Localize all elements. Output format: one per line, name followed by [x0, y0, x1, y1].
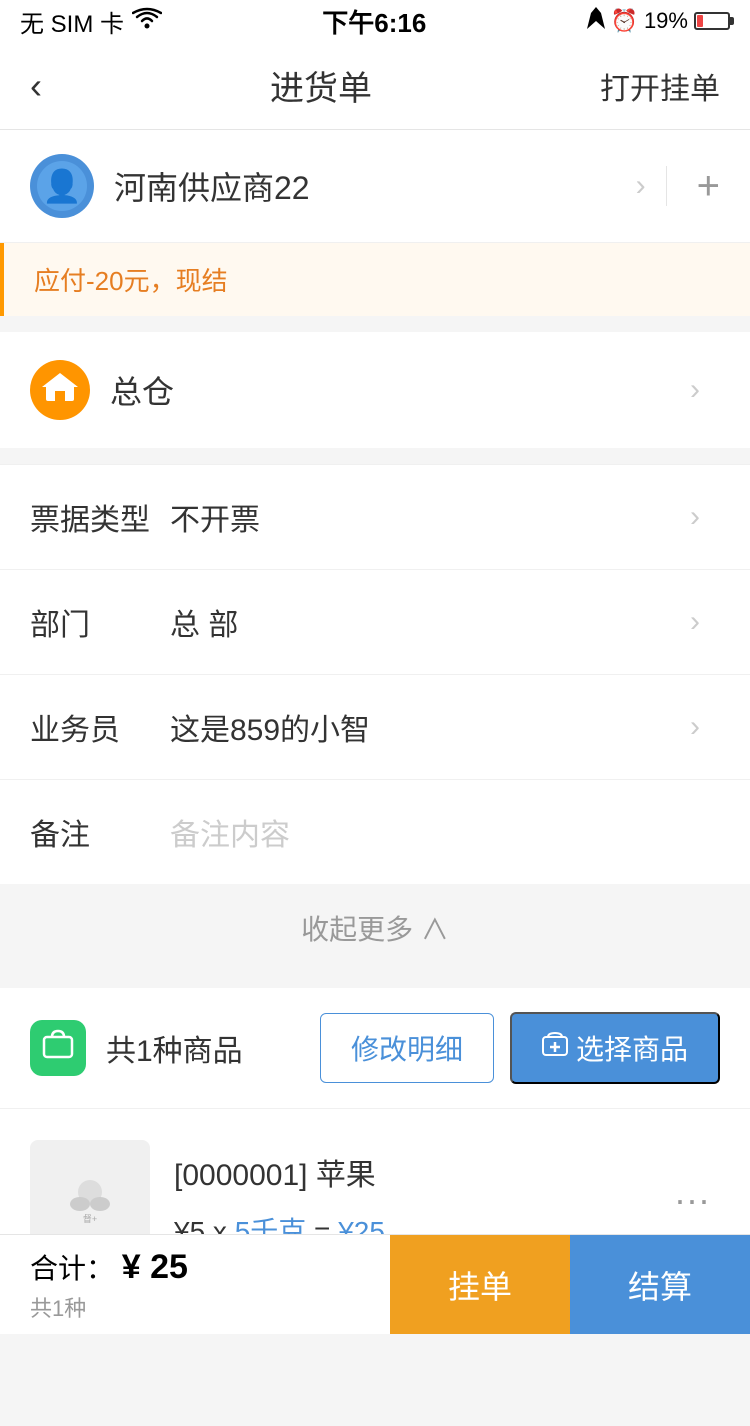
status-left: 无 SIM 卡 — [20, 4, 162, 39]
checkout-button[interactable]: 结算 — [570, 1235, 750, 1334]
warehouse-name: 总仓 — [110, 367, 690, 413]
bottom-bar: 合计： ¥ 25 共1种 挂单 结算 — [0, 1234, 750, 1334]
total-label: 合计： — [30, 1253, 114, 1284]
battery-icon — [694, 12, 730, 30]
warehouse-icon-wrap — [30, 360, 90, 420]
remark-label: 备注 — [30, 810, 170, 854]
warehouse-icon — [42, 369, 78, 412]
ticket-type-value: 不开票 — [170, 495, 690, 539]
battery-percent: 19% — [644, 8, 688, 34]
open-suspend-button[interactable]: 打开挂单 — [600, 64, 720, 108]
warehouse-section: 总仓 › — [0, 332, 750, 448]
add-button[interactable]: + — [697, 164, 720, 209]
supplier-row[interactable]: 👤 河南供应商22 › + — [0, 130, 750, 243]
select-product-button[interactable]: 选择商品 — [510, 1012, 720, 1084]
warehouse-row[interactable]: 总仓 › — [0, 332, 750, 448]
product-title: 苹果 — [316, 1159, 376, 1192]
ticket-type-chevron-icon: › — [690, 500, 700, 534]
status-time: 下午6:16 — [322, 3, 426, 40]
product-count-icon-wrap — [30, 1020, 86, 1076]
product-count-text: 共1种商品 — [106, 1026, 320, 1070]
status-right: ⏰ 19% — [587, 7, 730, 35]
collapse-button[interactable]: 收起更多 ∧ — [0, 884, 750, 972]
department-row[interactable]: 部门 总 部 › — [0, 569, 750, 674]
remark-row[interactable]: 备注 备注内容 — [0, 779, 750, 884]
form-section: 票据类型 不开票 › 部门 总 部 › 业务员 这是859的小智 › 备注 备注… — [0, 464, 750, 972]
supplier-avatar: 👤 — [30, 154, 94, 218]
wifi-icon — [132, 7, 162, 36]
nav-bar: ‹ 进货单 打开挂单 — [0, 42, 750, 130]
salesman-row[interactable]: 业务员 这是859的小智 › — [0, 674, 750, 779]
department-value: 总 部 — [170, 600, 690, 644]
content: 👤 河南供应商22 › + 应付-20元，现结 — [0, 130, 750, 1426]
product-code: [0000001] — [174, 1159, 307, 1192]
carrier-text: 无 SIM 卡 — [20, 4, 124, 39]
total-section: 合计： ¥ 25 共1种 — [0, 1235, 390, 1334]
select-product-label: 选择商品 — [576, 1028, 688, 1068]
ticket-type-row[interactable]: 票据类型 不开票 › — [0, 464, 750, 569]
page-title: 进货单 — [270, 61, 372, 110]
salesman-label: 业务员 — [30, 705, 170, 749]
ticket-type-label: 票据类型 — [30, 495, 170, 539]
product-name: [0000001] 苹果 — [174, 1150, 664, 1194]
supplier-section: 👤 河南供应商22 › + 应付-20元，现结 — [0, 130, 750, 316]
cart-icon — [42, 1029, 74, 1068]
supplier-name: 河南供应商22 — [114, 163, 636, 209]
total-count: 共1种 — [30, 1291, 360, 1323]
back-button[interactable]: ‹ — [30, 65, 42, 107]
status-bar: 无 SIM 卡 下午6:16 ⏰ 19% — [0, 0, 750, 42]
product-header: 共1种商品 修改明细 选择商品 — [0, 988, 750, 1109]
warning-text: 应付-20元，现结 — [34, 266, 228, 296]
salesman-value: 这是859的小智 — [170, 705, 690, 749]
warning-banner: 应付-20元，现结 — [0, 243, 750, 316]
divider — [666, 166, 667, 206]
supplier-chevron-icon: › — [636, 169, 646, 203]
location-icon — [587, 7, 605, 35]
department-label: 部门 — [30, 600, 170, 644]
salesman-chevron-icon: › — [690, 710, 700, 744]
department-chevron-icon: › — [690, 605, 700, 639]
suspend-button[interactable]: 挂单 — [390, 1235, 570, 1334]
total-amount: ¥ 25 — [122, 1248, 188, 1286]
person-icon: 👤 — [42, 167, 82, 205]
product-more-button[interactable]: ··· — [664, 1169, 720, 1231]
svg-text:督+: 督+ — [83, 1213, 97, 1224]
select-icon — [542, 1032, 568, 1065]
edit-detail-button[interactable]: 修改明细 — [320, 1013, 494, 1083]
alarm-icon: ⏰ — [611, 8, 638, 34]
remark-placeholder: 备注内容 — [170, 810, 720, 854]
warehouse-chevron-icon: › — [690, 373, 700, 407]
